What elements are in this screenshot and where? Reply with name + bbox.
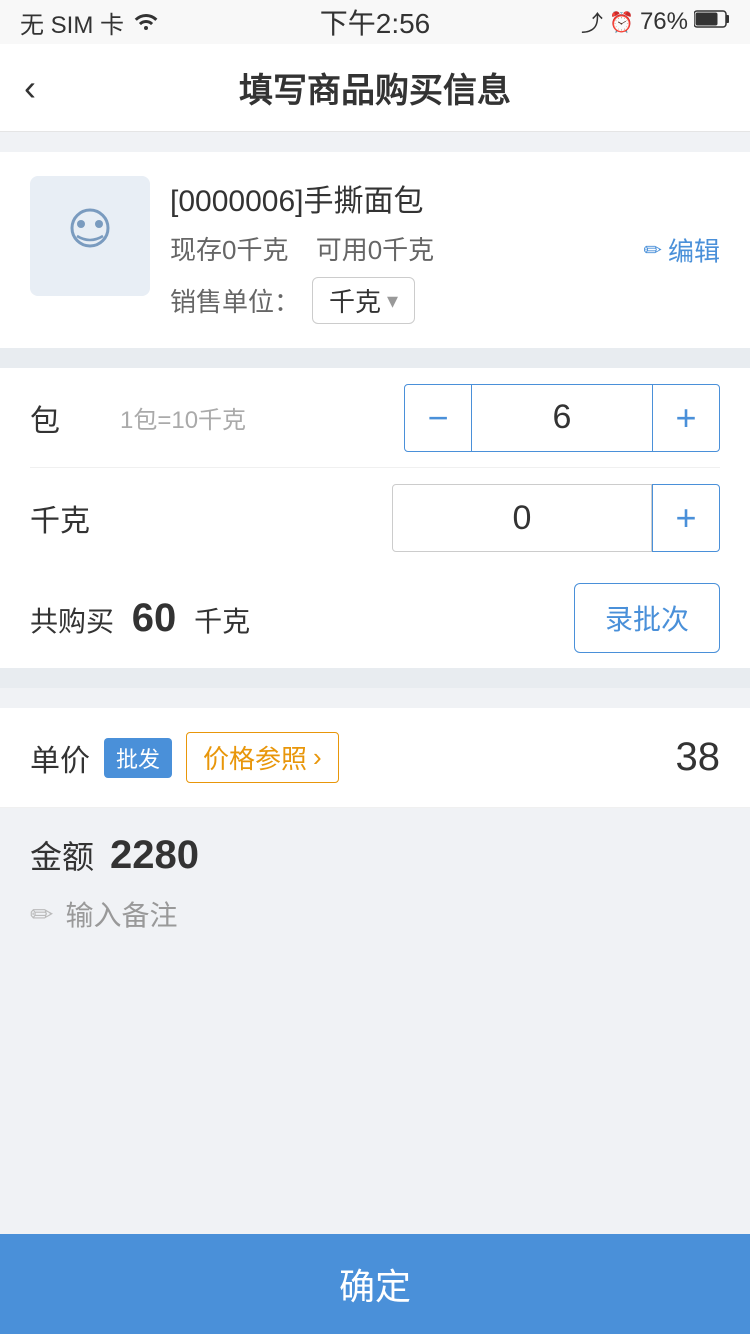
bao-plus-button[interactable]: +	[652, 384, 720, 452]
available-text: 可用0千克	[316, 235, 434, 265]
battery-text: 76%	[640, 8, 688, 36]
batch-button[interactable]: 录批次	[574, 583, 720, 653]
chevron-right-icon: ›	[313, 742, 322, 773]
total-label: 共购买	[30, 606, 114, 637]
bao-controls: − +	[404, 384, 720, 452]
product-stock: 现存0千克 可用0千克	[170, 230, 720, 267]
unit-label: 销售单位：	[170, 282, 300, 319]
edit-button[interactable]: ✏ 编辑	[644, 232, 720, 269]
unit-select-value: 千克	[329, 282, 381, 319]
total-value: 60	[132, 596, 177, 640]
back-button[interactable]: ‹	[24, 67, 36, 109]
confirm-button[interactable]: 确定	[0, 1234, 750, 1334]
price-value: 38	[676, 735, 721, 780]
total-unit: 千克	[194, 606, 250, 637]
edit-icon: ✏	[644, 237, 662, 263]
kg-plus-button[interactable]: +	[652, 484, 720, 552]
page-title: 填写商品购买信息	[239, 63, 511, 112]
status-carrier: 无 SIM 卡	[20, 5, 160, 40]
price-section: 单价 批发 价格参照 › 38	[0, 708, 750, 808]
bao-quantity-input[interactable]	[472, 384, 652, 452]
product-logo	[55, 206, 125, 266]
product-image	[30, 176, 150, 296]
stock-text: 现存0千克	[170, 235, 288, 265]
kg-quantity-input[interactable]	[392, 484, 652, 552]
amount-label: 金额	[30, 832, 94, 878]
bao-input-row: 包 1包=10千克 − +	[30, 368, 720, 468]
pencil-icon: ✏	[30, 898, 53, 931]
product-card: [0000006]手撕面包 现存0千克 可用0千克 销售单位： 千克 ▾ ✏ 编…	[0, 152, 750, 348]
location-icon: ⤴	[581, 6, 603, 38]
total-row: 共购买 60 千克 录批次	[0, 568, 750, 668]
carrier-text: 无 SIM 卡	[20, 5, 124, 40]
price-tag: 批发	[104, 738, 172, 778]
price-label: 单价	[30, 736, 90, 780]
edit-label: 编辑	[668, 232, 720, 269]
unit-select[interactable]: 千克 ▾	[312, 277, 415, 324]
remark-row[interactable]: ✏ 输入备注	[30, 894, 720, 934]
remark-placeholder: 输入备注	[65, 894, 177, 934]
kg-controls: +	[392, 484, 720, 552]
bao-hint: 1包=10千克	[120, 400, 404, 435]
amount-section: 金额 2280 ✏ 输入备注	[0, 808, 750, 954]
status-bar: 无 SIM 卡 下午2:56 ⤴ ⏰ 76%	[0, 0, 750, 44]
product-unit-row: 销售单位： 千克 ▾	[170, 277, 720, 324]
price-ref-button[interactable]: 价格参照 ›	[186, 732, 339, 783]
product-name: [0000006]手撕面包	[170, 176, 720, 220]
alarm-icon: ⏰	[609, 10, 634, 35]
total-text: 共购买 60 千克	[30, 596, 250, 641]
nav-bar: ‹ 填写商品购买信息	[0, 44, 750, 132]
amount-row: 金额 2280	[30, 832, 720, 878]
status-right: ⤴ ⏰ 76%	[581, 6, 730, 38]
bao-kg-inputs: 包 1包=10千克 − + 千克 +	[0, 368, 750, 568]
bao-minus-button[interactable]: −	[404, 384, 472, 452]
price-ref-label: 价格参照	[203, 739, 307, 776]
status-time: 下午2:56	[320, 2, 431, 42]
amount-value: 2280	[110, 833, 199, 878]
separator-2	[0, 668, 750, 688]
chevron-down-icon: ▾	[387, 288, 398, 314]
battery-icon	[694, 8, 730, 36]
kg-input-row: 千克 +	[30, 468, 720, 568]
bao-label: 包	[30, 396, 110, 440]
product-info: [0000006]手撕面包 现存0千克 可用0千克 销售单位： 千克 ▾	[170, 176, 720, 324]
kg-label: 千克	[30, 496, 110, 540]
separator-1	[0, 348, 750, 368]
wifi-icon	[132, 8, 160, 37]
